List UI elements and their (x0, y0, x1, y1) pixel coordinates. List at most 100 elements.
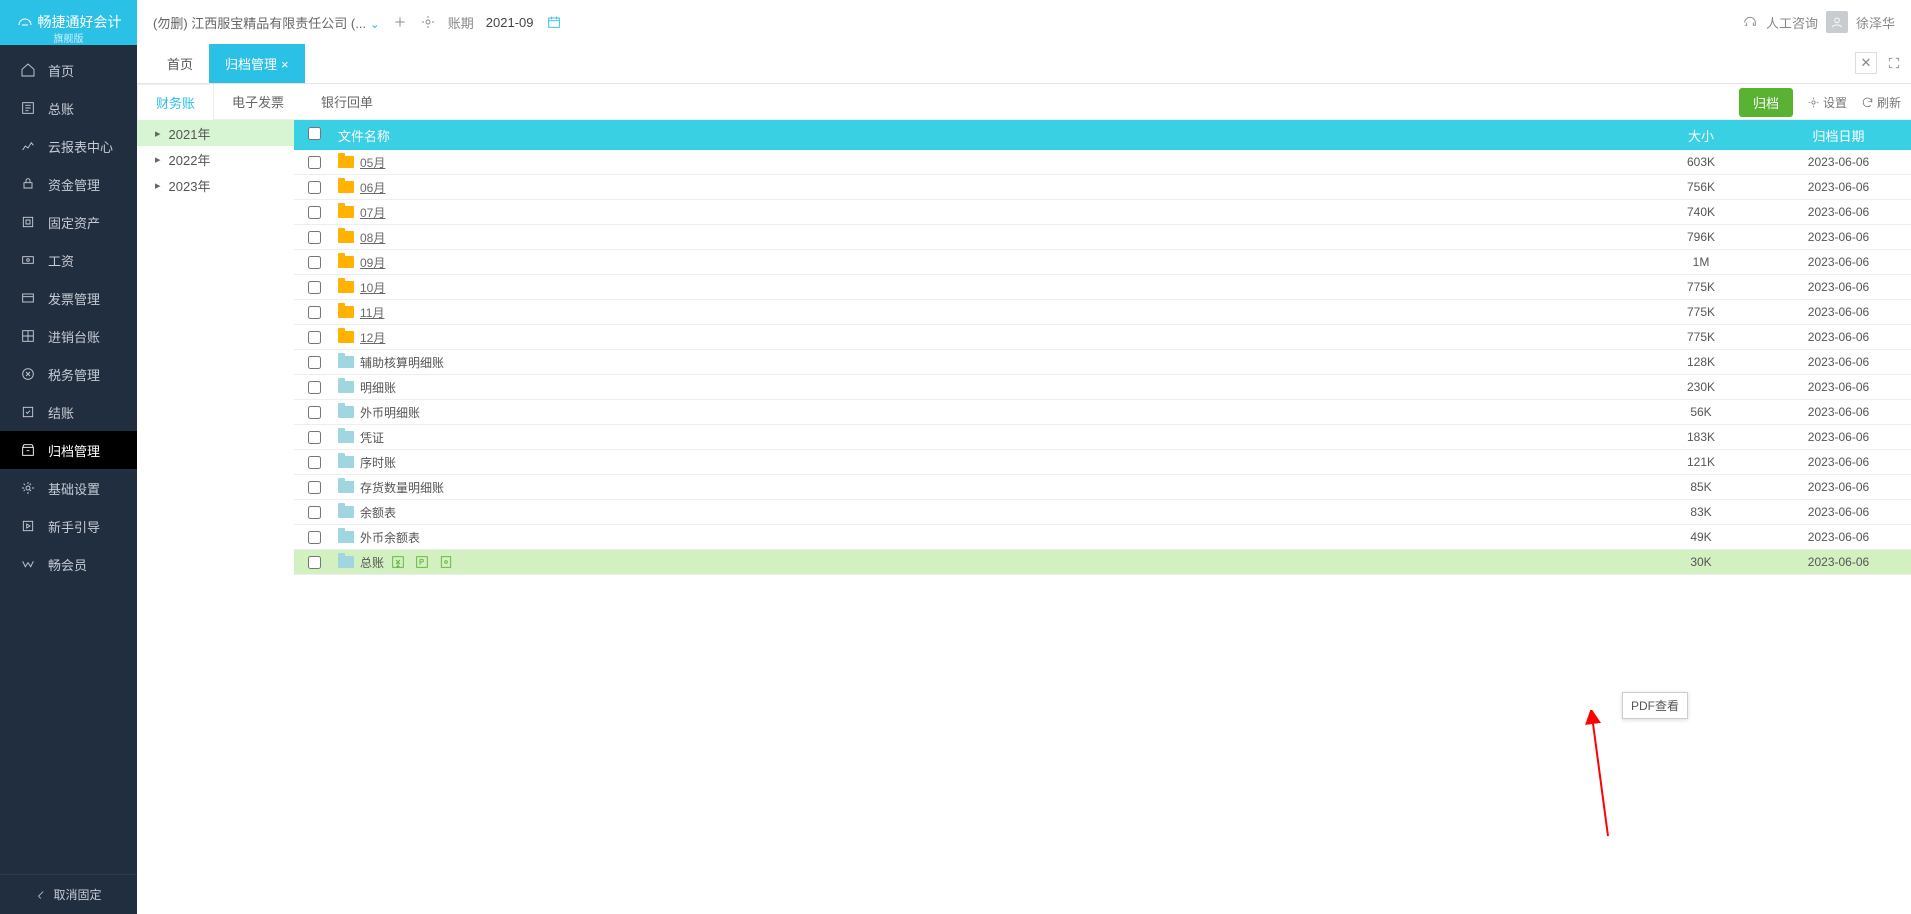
nav-guide[interactable]: 新手引导 (0, 507, 137, 545)
file-name: 存货数量明细账 (360, 479, 444, 496)
download-excel-icon[interactable] (390, 554, 406, 570)
table-row[interactable]: 外币明细账56K2023-06-06 (294, 400, 1911, 425)
file-name[interactable]: 05月 (360, 154, 385, 171)
table-row[interactable]: 辅助核算明细账128K2023-06-06 (294, 350, 1911, 375)
row-checkbox[interactable] (308, 356, 321, 369)
row-checkbox[interactable] (308, 181, 321, 194)
table-row[interactable]: 07月740K2023-06-06 (294, 200, 1911, 225)
nav-assets[interactable]: 固定资产 (0, 203, 137, 241)
nav-funds[interactable]: 资金管理 (0, 165, 137, 203)
settings-link[interactable]: 设置 (1807, 94, 1847, 111)
close-all-tabs[interactable]: ✕ (1855, 52, 1877, 74)
col-date: 归档日期 (1766, 126, 1911, 145)
nav-home[interactable]: 首页 (0, 51, 137, 89)
row-checkbox[interactable] (308, 456, 321, 469)
archive-date: 2023-06-06 (1766, 380, 1911, 394)
refresh-link[interactable]: 刷新 (1861, 94, 1901, 111)
table-row[interactable]: 10月775K2023-06-06 (294, 275, 1911, 300)
row-checkbox[interactable] (308, 331, 321, 344)
username[interactable]: 徐泽华 (1856, 13, 1895, 32)
table-row[interactable]: 存货数量明细账85K2023-06-06 (294, 475, 1911, 500)
row-checkbox[interactable] (308, 156, 321, 169)
nav-member[interactable]: 畅会员 (0, 545, 137, 583)
row-checkbox[interactable] (308, 256, 321, 269)
table-row[interactable]: 明细账230K2023-06-06 (294, 375, 1911, 400)
file-name[interactable]: 09月 (360, 254, 385, 271)
table-row[interactable]: 外币余额表49K2023-06-06 (294, 525, 1911, 550)
row-checkbox[interactable] (308, 506, 321, 519)
download-pdf-icon[interactable] (414, 554, 430, 570)
tab-archive[interactable]: 归档管理× (209, 44, 305, 83)
row-checkbox[interactable] (308, 231, 321, 244)
select-all-checkbox[interactable] (308, 127, 321, 140)
file-size: 603K (1636, 155, 1766, 169)
table-row[interactable]: 凭证183K2023-06-06 (294, 425, 1911, 450)
nav-invoice[interactable]: 发票管理 (0, 279, 137, 317)
avatar[interactable] (1826, 11, 1848, 33)
file-name[interactable]: 10月 (360, 279, 385, 296)
unpin-button[interactable]: 取消固定 (0, 874, 137, 914)
row-checkbox[interactable] (308, 531, 321, 544)
nav-reports[interactable]: 云报表中心 (0, 127, 137, 165)
archive-date: 2023-06-06 (1766, 505, 1911, 519)
subtab-einvoice[interactable]: 电子发票 (214, 81, 303, 119)
archive-date: 2023-06-06 (1766, 155, 1911, 169)
calendar-icon[interactable] (546, 14, 562, 30)
table-row[interactable]: 06月756K2023-06-06 (294, 175, 1911, 200)
folder-icon (338, 256, 354, 268)
company-selector[interactable]: (勿删) 江西服宝精品有限责任公司 (... ⌄ (153, 13, 380, 32)
nav-settings[interactable]: 基础设置 (0, 469, 137, 507)
plus-icon[interactable] (392, 14, 408, 30)
consult-link[interactable]: 人工咨询 (1766, 13, 1818, 32)
tooltip-pdf-view: PDF查看 (1622, 692, 1688, 719)
year-2022[interactable]: 2022年 (137, 146, 294, 172)
file-name: 总账 (360, 554, 384, 571)
row-checkbox[interactable] (308, 406, 321, 419)
fullscreen-icon[interactable] (1883, 52, 1905, 74)
row-checkbox[interactable] (308, 306, 321, 319)
file-name[interactable]: 11月 (360, 304, 384, 321)
row-checkbox[interactable] (308, 281, 321, 294)
archive-button[interactable]: 归档 (1739, 88, 1793, 117)
table-row[interactable]: 11月775K2023-06-06 (294, 300, 1911, 325)
nav-tax[interactable]: 税务管理 (0, 355, 137, 393)
year-2021[interactable]: 2021年 (137, 120, 294, 146)
period-value[interactable]: 2021-09 (486, 15, 534, 30)
headset-icon[interactable] (1742, 14, 1758, 30)
file-name: 凭证 (360, 429, 384, 446)
subtab-finance[interactable]: 财务账 (137, 84, 214, 120)
row-checkbox[interactable] (308, 206, 321, 219)
table-row[interactable]: 08月796K2023-06-06 (294, 225, 1911, 250)
nav-ledger[interactable]: 总账 (0, 89, 137, 127)
row-checkbox[interactable] (308, 556, 321, 569)
folder-icon (338, 281, 354, 293)
file-name[interactable]: 07月 (360, 204, 385, 221)
year-2023[interactable]: 2023年 (137, 172, 294, 198)
nav-close[interactable]: 结账 (0, 393, 137, 431)
nav-archive[interactable]: 归档管理 (0, 431, 137, 469)
file-size: 796K (1636, 230, 1766, 244)
gear-icon[interactable] (420, 14, 436, 30)
file-size: 775K (1636, 330, 1766, 344)
view-pdf-icon[interactable] (438, 554, 454, 570)
row-checkbox[interactable] (308, 431, 321, 444)
nav-stock[interactable]: 进销台账 (0, 317, 137, 355)
folder-icon (338, 556, 354, 568)
file-name[interactable]: 08月 (360, 229, 385, 246)
folder-icon (338, 531, 354, 543)
table-row[interactable]: 05月 603K2023-06-06 (294, 150, 1911, 175)
tab-home[interactable]: 首页 (151, 44, 209, 83)
table-row[interactable]: 12月775K2023-06-06 (294, 325, 1911, 350)
table-row[interactable]: 序时账121K2023-06-06 (294, 450, 1911, 475)
archive-date: 2023-06-06 (1766, 555, 1911, 569)
file-name[interactable]: 06月 (360, 179, 385, 196)
row-checkbox[interactable] (308, 381, 321, 394)
nav-salary[interactable]: 工资 (0, 241, 137, 279)
table-row[interactable]: 余额表83K2023-06-06 (294, 500, 1911, 525)
subtab-bank[interactable]: 银行回单 (303, 81, 392, 119)
file-name[interactable]: 12月 (360, 329, 385, 346)
table-row[interactable]: 09月1M2023-06-06 (294, 250, 1911, 275)
row-checkbox[interactable] (308, 481, 321, 494)
table-row[interactable]: 总账30K2023-06-06 (294, 550, 1911, 575)
tab-close-icon[interactable]: × (281, 57, 289, 72)
